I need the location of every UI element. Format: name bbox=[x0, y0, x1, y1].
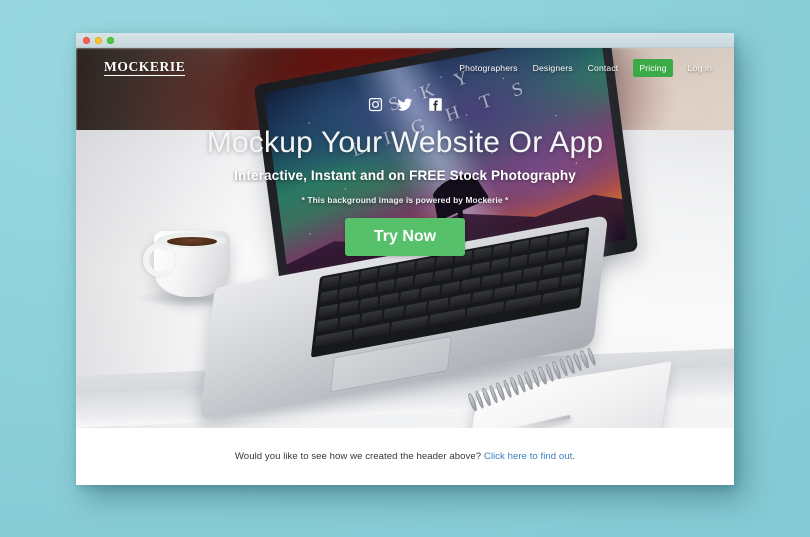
bottom-text-prefix: Would you like to see how we created the… bbox=[234, 451, 484, 462]
facebook-icon[interactable] bbox=[427, 96, 444, 113]
nav-item-log-in[interactable]: Log in bbox=[688, 63, 712, 73]
close-window-button[interactable] bbox=[83, 36, 90, 44]
minimize-window-button[interactable] bbox=[95, 36, 102, 44]
twitter-icon[interactable] bbox=[397, 96, 414, 113]
try-now-button[interactable]: Try Now bbox=[344, 218, 466, 256]
bottom-info-strip: Would you like to see how we created the… bbox=[76, 428, 734, 485]
browser-title-bar bbox=[76, 33, 734, 48]
browser-window: S K Y L I G H T S MOCKERIE Photographers… bbox=[76, 33, 734, 485]
hero-note: * This background image is powered by Mo… bbox=[301, 195, 509, 205]
hero-section: S K Y L I G H T S MOCKERIE Photographers… bbox=[76, 48, 734, 428]
bottom-text: Would you like to see how we created the… bbox=[235, 451, 575, 462]
nav-item-photographers[interactable]: Photographers bbox=[459, 63, 517, 73]
hero-text-block: Mockup Your Website Or App Interactive, … bbox=[76, 125, 734, 256]
nav-item-contact[interactable]: Contact bbox=[588, 63, 619, 73]
site-navigation: MOCKERIE Photographers Designers Contact… bbox=[76, 48, 734, 88]
nav-links: Photographers Designers Contact Pricing … bbox=[459, 59, 712, 77]
bottom-text-period: . bbox=[572, 451, 576, 462]
find-out-link[interactable]: Click here to find out bbox=[484, 451, 573, 462]
maximize-window-button[interactable] bbox=[107, 36, 114, 44]
nav-item-designers[interactable]: Designers bbox=[533, 63, 573, 73]
nav-item-pricing[interactable]: Pricing bbox=[633, 59, 673, 77]
hero-overlay: MOCKERIE Photographers Designers Contact… bbox=[76, 48, 734, 428]
site-logo[interactable]: MOCKERIE bbox=[104, 60, 186, 76]
social-icons bbox=[76, 96, 734, 113]
hero-subtitle: Interactive, Instant and on FREE Stock P… bbox=[234, 168, 576, 183]
hero-title: Mockup Your Website Or App bbox=[206, 126, 604, 159]
instagram-icon[interactable] bbox=[367, 96, 384, 113]
